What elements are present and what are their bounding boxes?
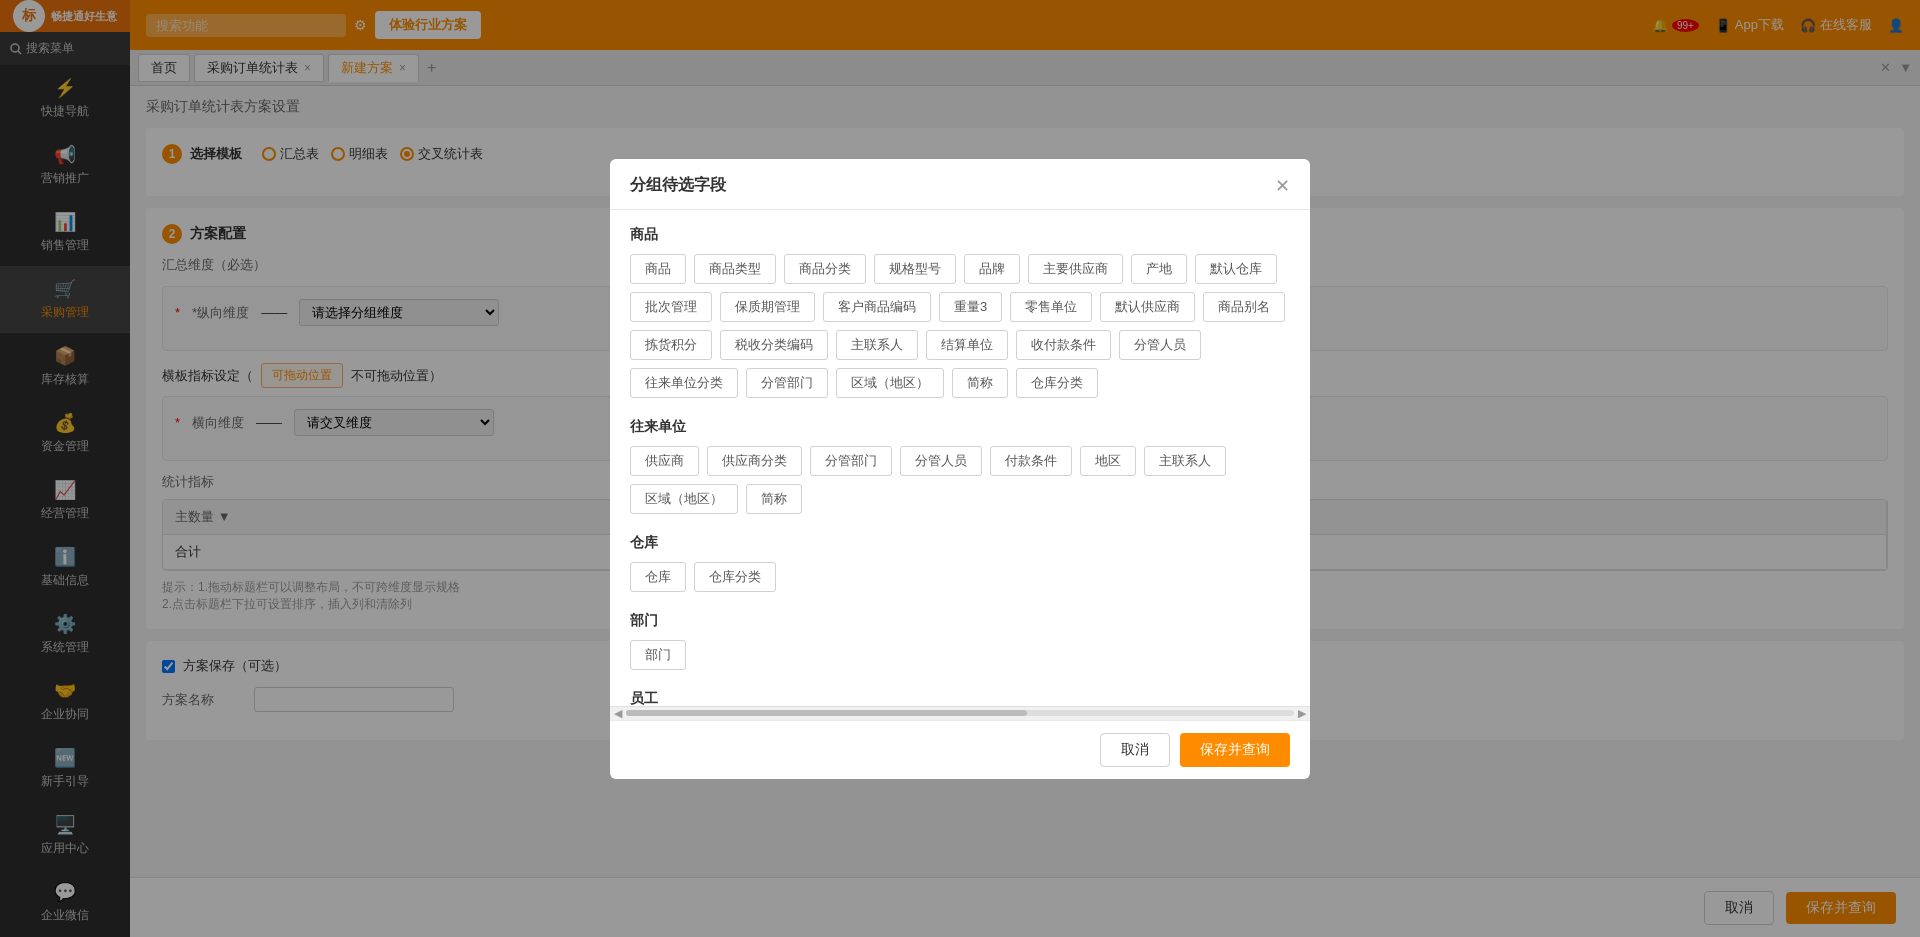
main-content: ⚙ 体验行业方案 🔔 99+ 📱 App下载 🎧 在线客服 👤 bbox=[130, 0, 1920, 937]
field-tag[interactable]: 主联系人 bbox=[836, 330, 918, 360]
modal-title: 分组待选字段 bbox=[630, 175, 726, 196]
field-tag[interactable]: 拣货积分 bbox=[630, 330, 712, 360]
modal-header: 分组待选字段 ✕ bbox=[610, 159, 1310, 210]
field-tag[interactable]: 简称 bbox=[746, 484, 802, 514]
section-counterparty: 往来单位 供应商 供应商分类 分管部门 分管人员 付款条件 地区 主联系人 区域… bbox=[630, 418, 1290, 514]
section-warehouse: 仓库 仓库 仓库分类 bbox=[630, 534, 1290, 592]
field-tag[interactable]: 仓库分类 bbox=[1016, 368, 1098, 398]
section-department-title: 部门 bbox=[630, 612, 1290, 630]
section-counterparty-title: 往来单位 bbox=[630, 418, 1290, 436]
field-tag[interactable]: 简称 bbox=[952, 368, 1008, 398]
warehouse-tags: 仓库 仓库分类 bbox=[630, 562, 1290, 592]
field-tag[interactable]: 往来单位分类 bbox=[630, 368, 738, 398]
field-tag[interactable]: 客户商品编码 bbox=[823, 292, 931, 322]
section-department: 部门 部门 bbox=[630, 612, 1290, 670]
field-tag[interactable]: 产地 bbox=[1131, 254, 1187, 284]
section-product: 商品 商品 商品类型 商品分类 规格型号 品牌 主要供应商 产地 默认仓库 批次… bbox=[630, 226, 1290, 398]
field-tag[interactable]: 分管部门 bbox=[810, 446, 892, 476]
field-tag[interactable]: 付款条件 bbox=[990, 446, 1072, 476]
field-tag[interactable]: 商品分类 bbox=[784, 254, 866, 284]
modal-horizontal-scrollbar[interactable]: ◀ ▶ bbox=[610, 706, 1310, 720]
field-tag[interactable]: 收付款条件 bbox=[1016, 330, 1111, 360]
field-tag[interactable]: 分管人员 bbox=[1119, 330, 1201, 360]
field-tag[interactable]: 默认仓库 bbox=[1195, 254, 1277, 284]
field-tag[interactable]: 结算单位 bbox=[926, 330, 1008, 360]
field-tag[interactable]: 部门 bbox=[630, 640, 686, 670]
field-tag[interactable]: 规格型号 bbox=[874, 254, 956, 284]
field-tag[interactable]: 主要供应商 bbox=[1028, 254, 1123, 284]
field-tag[interactable]: 批次管理 bbox=[630, 292, 712, 322]
field-tag[interactable]: 商品别名 bbox=[1203, 292, 1285, 322]
section-employee: 员工 业务员 bbox=[630, 690, 1290, 706]
field-tag[interactable]: 零售单位 bbox=[1010, 292, 1092, 322]
counterparty-tags: 供应商 供应商分类 分管部门 分管人员 付款条件 地区 主联系人 区域（地区） … bbox=[630, 446, 1290, 514]
modal-cancel-btn[interactable]: 取消 bbox=[1100, 733, 1170, 767]
hscroll-thumb[interactable] bbox=[626, 710, 1027, 716]
field-tag[interactable]: 区域（地区） bbox=[836, 368, 944, 398]
modal-footer: 取消 保存并查询 bbox=[610, 720, 1310, 779]
field-tag[interactable]: 地区 bbox=[1080, 446, 1136, 476]
modal-overlay: 分组待选字段 ✕ 商品 商品 商品类型 商品分类 规格型号 品牌 主要供应商 bbox=[130, 0, 1920, 937]
hscroll-left-arrow[interactable]: ◀ bbox=[614, 707, 622, 720]
modal-close-btn[interactable]: ✕ bbox=[1275, 175, 1290, 197]
field-tag[interactable]: 仓库 bbox=[630, 562, 686, 592]
section-warehouse-title: 仓库 bbox=[630, 534, 1290, 552]
modal-body: 商品 商品 商品类型 商品分类 规格型号 品牌 主要供应商 产地 默认仓库 批次… bbox=[610, 210, 1310, 706]
field-tag[interactable]: 商品类型 bbox=[694, 254, 776, 284]
field-tag[interactable]: 分管人员 bbox=[900, 446, 982, 476]
field-tag[interactable]: 供应商 bbox=[630, 446, 699, 476]
field-select-modal: 分组待选字段 ✕ 商品 商品 商品类型 商品分类 规格型号 品牌 主要供应商 bbox=[610, 159, 1310, 779]
modal-save-btn[interactable]: 保存并查询 bbox=[1180, 733, 1290, 767]
field-tag[interactable]: 保质期管理 bbox=[720, 292, 815, 322]
field-tag[interactable]: 供应商分类 bbox=[707, 446, 802, 476]
section-product-title: 商品 bbox=[630, 226, 1290, 244]
field-tag[interactable]: 重量3 bbox=[939, 292, 1002, 322]
field-tag[interactable]: 税收分类编码 bbox=[720, 330, 828, 360]
field-tag[interactable]: 商品 bbox=[630, 254, 686, 284]
section-employee-title: 员工 bbox=[630, 690, 1290, 706]
field-tag[interactable]: 品牌 bbox=[964, 254, 1020, 284]
field-tag[interactable]: 仓库分类 bbox=[694, 562, 776, 592]
product-tags: 商品 商品类型 商品分类 规格型号 品牌 主要供应商 产地 默认仓库 批次管理 … bbox=[630, 254, 1290, 398]
field-tag[interactable]: 区域（地区） bbox=[630, 484, 738, 514]
field-tag[interactable]: 分管部门 bbox=[746, 368, 828, 398]
field-tag[interactable]: 主联系人 bbox=[1144, 446, 1226, 476]
hscroll-right-arrow[interactable]: ▶ bbox=[1298, 707, 1306, 720]
hscroll-track bbox=[626, 710, 1294, 716]
field-tag[interactable]: 默认供应商 bbox=[1100, 292, 1195, 322]
department-tags: 部门 bbox=[630, 640, 1290, 670]
